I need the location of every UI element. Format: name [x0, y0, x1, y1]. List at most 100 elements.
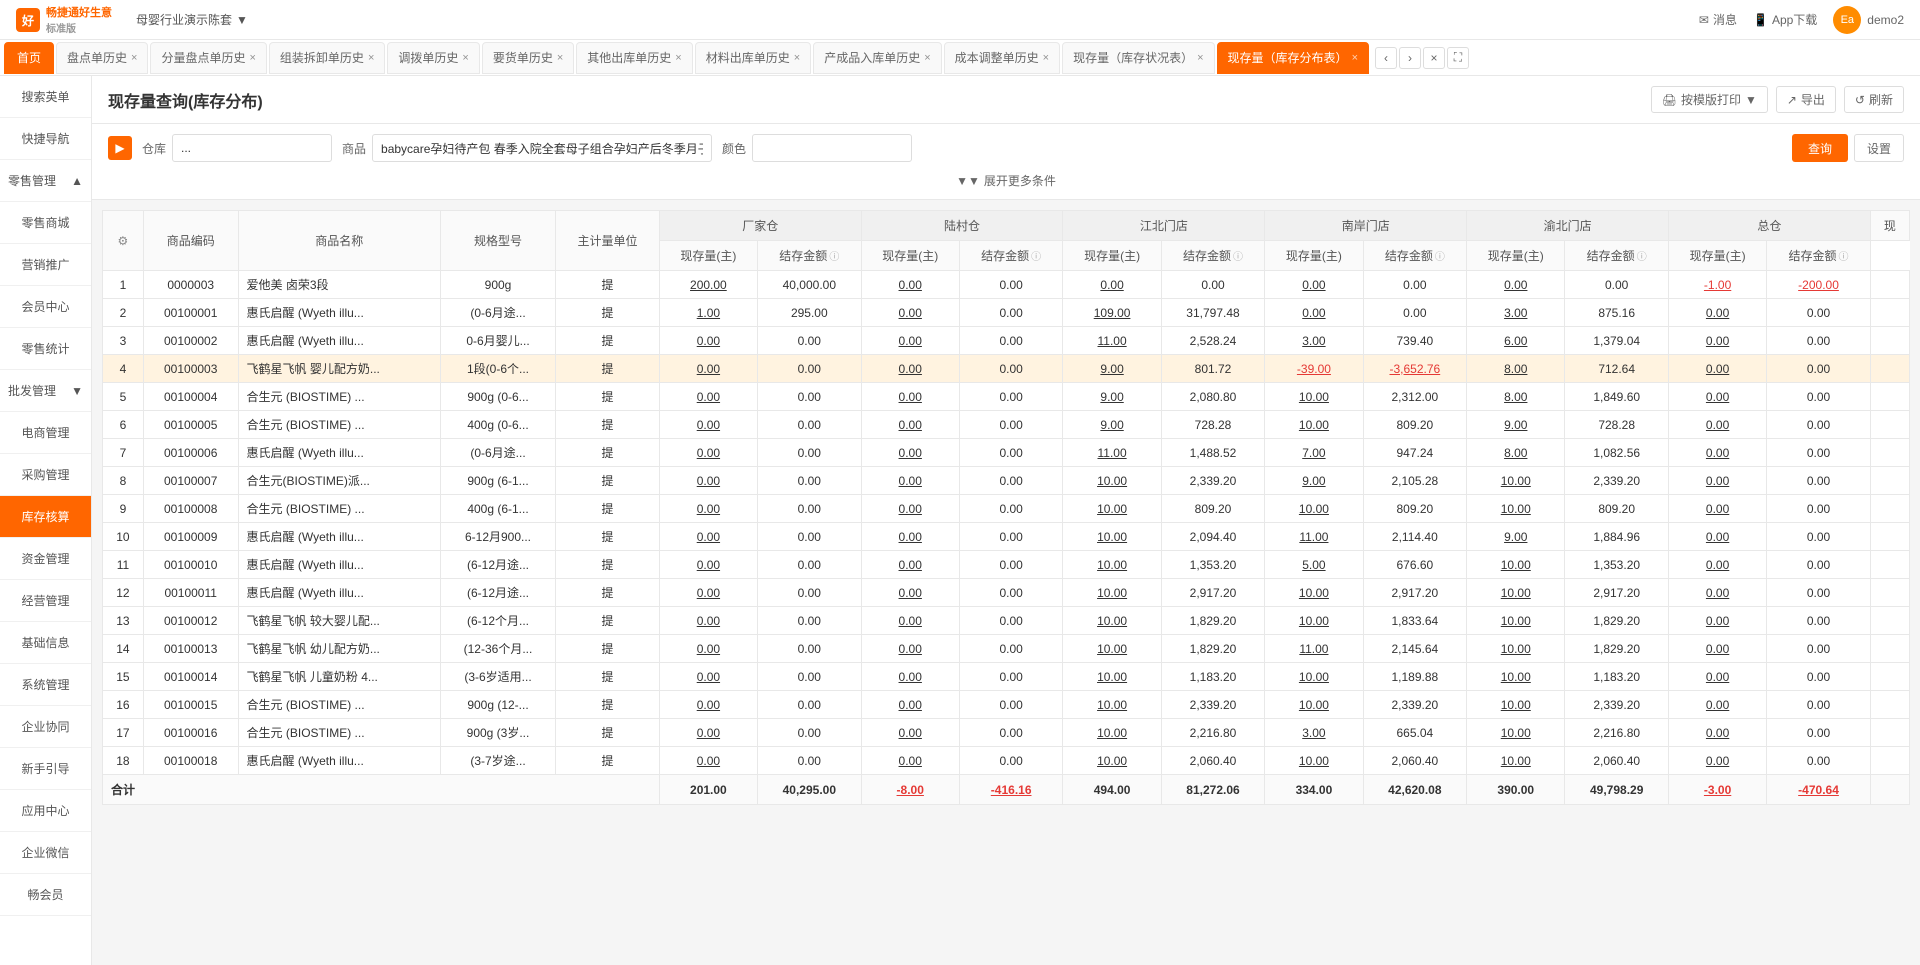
- app-download-btn[interactable]: 📱 App下载: [1753, 11, 1817, 28]
- cell-lc-qty[interactable]: 0.00: [861, 663, 959, 691]
- sidebar-item-operations[interactable]: 经营管理: [0, 580, 91, 622]
- cell-na-qty[interactable]: -39.00: [1265, 355, 1363, 383]
- sidebar-item-member2[interactable]: 畅会员: [0, 874, 91, 916]
- cell-jb-qty[interactable]: 109.00: [1063, 299, 1161, 327]
- sidebar-item-marketing[interactable]: 营销推广: [0, 244, 91, 286]
- warehouse-input[interactable]: [172, 134, 332, 162]
- cell-jb-qty[interactable]: 10.00: [1063, 663, 1161, 691]
- query-btn[interactable]: 查询: [1792, 134, 1848, 162]
- tab-prev-btn[interactable]: ‹: [1375, 47, 1397, 69]
- cell-yb-qty[interactable]: 10.00: [1467, 635, 1565, 663]
- cell-na-qty[interactable]: 0.00: [1265, 271, 1363, 299]
- cell-na-qty[interactable]: 3.00: [1265, 719, 1363, 747]
- cell-cc-qty[interactable]: 0.00: [659, 579, 757, 607]
- cell-jb-qty[interactable]: 10.00: [1063, 747, 1161, 775]
- cell-lc-qty[interactable]: 0.00: [861, 467, 959, 495]
- cell-cc-qty[interactable]: 0.00: [659, 355, 757, 383]
- cell-na-qty[interactable]: 10.00: [1265, 495, 1363, 523]
- tab-4[interactable]: 调拨单历史 ×: [387, 42, 479, 74]
- cell-zc-qty[interactable]: 0.00: [1669, 523, 1767, 551]
- messages-btn[interactable]: ✉ 消息: [1699, 11, 1737, 28]
- cell-lc-qty[interactable]: 0.00: [861, 383, 959, 411]
- expand-btn[interactable]: ▼▼ 展开更多条件: [956, 172, 1056, 189]
- cell-yb-qty[interactable]: 10.00: [1467, 495, 1565, 523]
- cell-yb-qty[interactable]: 10.00: [1467, 579, 1565, 607]
- cell-cc-qty[interactable]: 0.00: [659, 523, 757, 551]
- tab-10-close[interactable]: ×: [1197, 52, 1203, 64]
- cell-yb-qty[interactable]: 10.00: [1467, 663, 1565, 691]
- cell-jb-qty[interactable]: 10.00: [1063, 551, 1161, 579]
- cell-zc-qty[interactable]: 0.00: [1669, 691, 1767, 719]
- tab-5-close[interactable]: ×: [557, 52, 563, 64]
- cell-jb-qty[interactable]: 9.00: [1063, 355, 1161, 383]
- cell-na-qty[interactable]: 10.00: [1265, 747, 1363, 775]
- na-amt-info[interactable]: ⓘ: [1435, 252, 1445, 263]
- jb-amt-info[interactable]: ⓘ: [1233, 252, 1243, 263]
- sidebar-item-purchase[interactable]: 采购管理: [0, 454, 91, 496]
- tab-4-close[interactable]: ×: [462, 52, 468, 64]
- sidebar-item-wholesale[interactable]: 批发管理 ▼: [0, 370, 91, 412]
- tab-7-close[interactable]: ×: [794, 52, 800, 64]
- cell-zc-qty[interactable]: 0.00: [1669, 747, 1767, 775]
- cell-na-qty[interactable]: 7.00: [1265, 439, 1363, 467]
- cell-cc-qty[interactable]: 0.00: [659, 635, 757, 663]
- tab-8[interactable]: 产成品入库单历史 ×: [813, 42, 941, 74]
- tab-1[interactable]: 盘点单历史 ×: [56, 42, 148, 74]
- sidebar-item-ecommerce[interactable]: 电商管理: [0, 412, 91, 454]
- cell-zc-qty[interactable]: 0.00: [1669, 355, 1767, 383]
- sidebar-item-system[interactable]: 系统管理: [0, 664, 91, 706]
- print-btn[interactable]: 🖨 按模版打印 ▼: [1651, 86, 1768, 113]
- cell-zc-qty[interactable]: 0.00: [1669, 719, 1767, 747]
- zc-amt-info[interactable]: ⓘ: [1839, 252, 1849, 263]
- cell-na-qty[interactable]: 11.00: [1265, 635, 1363, 663]
- tab-9[interactable]: 成本调整单历史 ×: [944, 42, 1060, 74]
- cell-zc-qty[interactable]: 0.00: [1669, 411, 1767, 439]
- cell-lc-qty[interactable]: 0.00: [861, 607, 959, 635]
- cell-jb-qty[interactable]: 10.00: [1063, 691, 1161, 719]
- cell-na-qty[interactable]: 10.00: [1265, 663, 1363, 691]
- tab-menu-btn[interactable]: ⛶: [1447, 47, 1469, 69]
- sidebar-item-member[interactable]: 会员中心: [0, 286, 91, 328]
- cell-yb-qty[interactable]: 8.00: [1467, 439, 1565, 467]
- cell-cc-qty[interactable]: 200.00: [659, 271, 757, 299]
- cell-jb-qty[interactable]: 10.00: [1063, 523, 1161, 551]
- cell-yb-qty[interactable]: 10.00: [1467, 691, 1565, 719]
- tab-next-btn[interactable]: ›: [1399, 47, 1421, 69]
- sidebar-item-search[interactable]: 搜索英单: [0, 76, 91, 118]
- cell-lc-qty[interactable]: 0.00: [861, 691, 959, 719]
- sidebar-item-basic[interactable]: 基础信息: [0, 622, 91, 664]
- sidebar-item-guide[interactable]: 新手引导: [0, 748, 91, 790]
- cell-zc-qty[interactable]: 0.00: [1669, 383, 1767, 411]
- setting-btn[interactable]: 设置: [1854, 134, 1904, 162]
- industry-selector[interactable]: 母婴行业演示陈套 ▼: [136, 11, 248, 28]
- tab-7[interactable]: 材料出库单历史 ×: [695, 42, 811, 74]
- cell-cc-qty[interactable]: 0.00: [659, 663, 757, 691]
- cell-lc-qty[interactable]: 0.00: [861, 327, 959, 355]
- export-btn[interactable]: ↗ 导出: [1776, 86, 1836, 113]
- tab-1-close[interactable]: ×: [131, 52, 137, 64]
- sidebar-item-retail-stats[interactable]: 零售统计: [0, 328, 91, 370]
- cell-lc-qty[interactable]: 0.00: [861, 299, 959, 327]
- tab-2[interactable]: 分量盘点单历史 ×: [150, 42, 266, 74]
- cell-yb-qty[interactable]: 10.00: [1467, 719, 1565, 747]
- cell-zc-qty[interactable]: 0.00: [1669, 551, 1767, 579]
- cell-lc-qty[interactable]: 0.00: [861, 439, 959, 467]
- cell-cc-qty[interactable]: 0.00: [659, 607, 757, 635]
- cell-yb-qty[interactable]: 8.00: [1467, 355, 1565, 383]
- cell-jb-qty[interactable]: 10.00: [1063, 719, 1161, 747]
- cell-yb-qty[interactable]: 3.00: [1467, 299, 1565, 327]
- cell-zc-qty[interactable]: 0.00: [1669, 495, 1767, 523]
- cell-cc-qty[interactable]: 0.00: [659, 439, 757, 467]
- cell-zc-qty[interactable]: 0.00: [1669, 299, 1767, 327]
- tab-10[interactable]: 现存量（库存状况表）×: [1062, 42, 1214, 74]
- tab-3-close[interactable]: ×: [368, 52, 374, 64]
- cell-yb-qty[interactable]: 10.00: [1467, 467, 1565, 495]
- sidebar-item-weixin[interactable]: 企业微信: [0, 832, 91, 874]
- cell-lc-qty[interactable]: 0.00: [861, 523, 959, 551]
- sidebar-item-finance[interactable]: 资金管理: [0, 538, 91, 580]
- cell-yb-qty[interactable]: 10.00: [1467, 747, 1565, 775]
- cell-lc-qty[interactable]: 0.00: [861, 495, 959, 523]
- cell-zc-qty[interactable]: 0.00: [1669, 579, 1767, 607]
- tab-5[interactable]: 要货单历史 ×: [482, 42, 574, 74]
- cell-zc-qty[interactable]: 0.00: [1669, 439, 1767, 467]
